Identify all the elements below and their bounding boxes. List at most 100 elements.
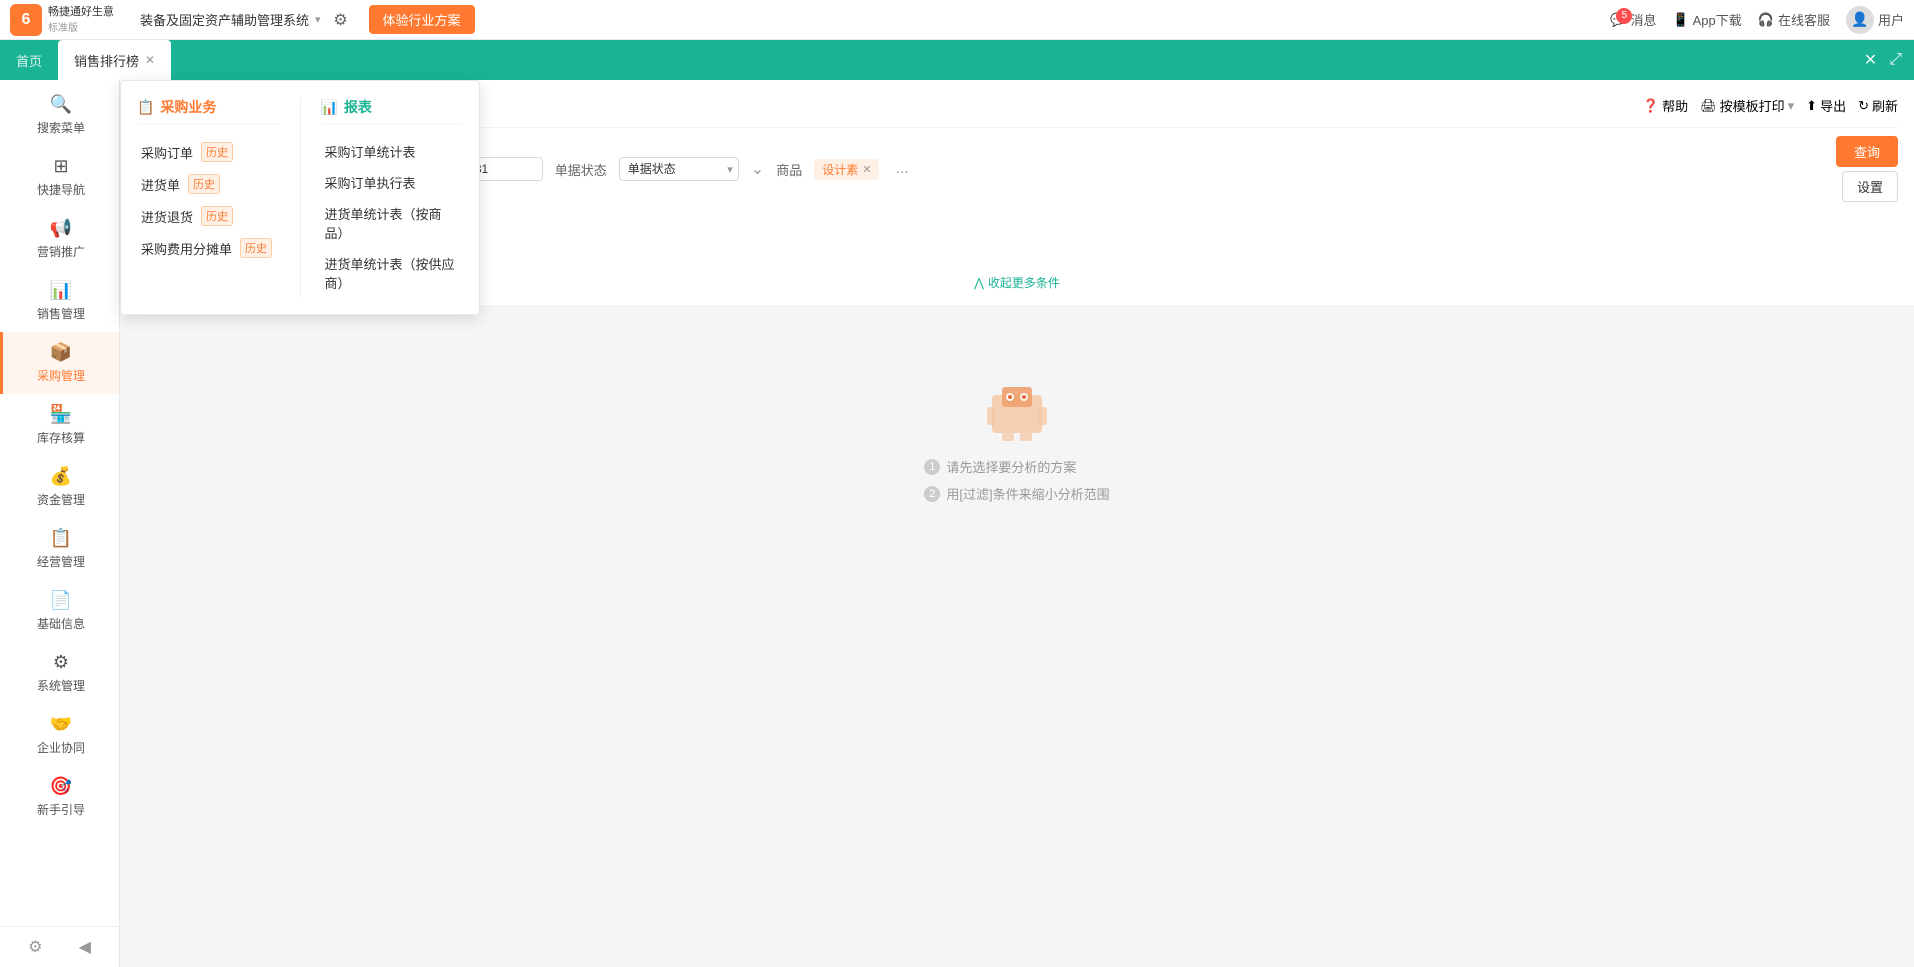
goods-tag-close[interactable]: ✕ bbox=[862, 163, 871, 176]
system-settings-icon[interactable]: ⚙ bbox=[327, 6, 355, 34]
goods-tag: 设计素 ✕ bbox=[814, 159, 879, 180]
sidebar-item-sales[interactable]: 📊 销售管理 bbox=[0, 270, 119, 332]
dropdown-item-purchase-order[interactable]: 采购订单 历史 bbox=[137, 136, 280, 168]
refresh-action[interactable]: ↻ 刷新 bbox=[1858, 96, 1898, 115]
incoming-return-history[interactable]: 历史 bbox=[201, 206, 233, 226]
purchase-expense-history[interactable]: 历史 bbox=[240, 238, 272, 258]
online-service-action[interactable]: 🎧 在线客服 bbox=[1758, 10, 1830, 29]
collapse-label: 收起更多条件 bbox=[988, 274, 1060, 291]
sidebar-item-quick-nav[interactable]: ⊞ 快捷导航 bbox=[0, 146, 119, 208]
help-action[interactable]: ❓ 帮助 bbox=[1643, 96, 1688, 115]
incoming-return-label: 进货退货 bbox=[141, 207, 193, 226]
system-title-area: 装备及固定资产辅助管理系统 ▾ ⚙ 体验行业方案 bbox=[130, 5, 1610, 34]
query-button[interactable]: 查询 bbox=[1836, 136, 1898, 167]
sidebar-item-purchase[interactable]: 📦 采购管理 bbox=[0, 332, 119, 394]
goods-dots-btn[interactable]: ... bbox=[891, 160, 912, 178]
sidebar-item-system-label: 系统管理 bbox=[37, 677, 85, 694]
hint1-num-icon: 1 bbox=[924, 459, 940, 475]
sidebar-item-guide-label: 新手引导 bbox=[37, 801, 85, 818]
tab-bar: 首页 销售排行榜 ✕ ✕ ⤢ bbox=[0, 40, 1914, 80]
sidebar-item-sales-label: 销售管理 bbox=[37, 305, 85, 322]
dropdown-item-purchase-order-exec[interactable]: 采购订单执行表 bbox=[321, 167, 464, 198]
export-action[interactable]: ⬆ 导出 bbox=[1806, 96, 1846, 115]
dropdown-menu: 📋 采购业务 采购订单 历史 进货单 历史 进货退货 历史 采购费用分摊单 历史… bbox=[120, 80, 480, 315]
dropdown-item-incoming-stats-goods[interactable]: 进货单统计表（按商品） bbox=[321, 198, 464, 248]
sidebar-item-guide[interactable]: 🎯 新手引导 bbox=[0, 766, 119, 828]
tab-close-icon[interactable]: ✕ bbox=[145, 53, 155, 67]
collapse-up-icon: ⋀ bbox=[974, 276, 984, 290]
app-download-label: App下载 bbox=[1693, 10, 1742, 29]
sidebar-item-enterprise[interactable]: 🤝 企业协同 bbox=[0, 704, 119, 766]
dropdown-col-purchase-title: 📋 采购业务 bbox=[137, 97, 280, 124]
sidebar-bottom-settings-icon[interactable]: ⚙ bbox=[28, 937, 42, 957]
dropdown-item-purchase-expense[interactable]: 采购费用分摊单 历史 bbox=[137, 232, 280, 264]
dropdown-item-purchase-order-stats[interactable]: 采购订单统计表 bbox=[321, 136, 464, 167]
sidebar-collapse-icon[interactable]: ◀ bbox=[79, 937, 91, 957]
system-icon: ⚙ bbox=[53, 652, 69, 673]
sidebar-item-inventory-label: 库存核算 bbox=[37, 429, 85, 446]
sidebar-item-basic-info[interactable]: 📄 基础信息 bbox=[0, 580, 119, 642]
user-action[interactable]: 👤 用户 bbox=[1846, 6, 1904, 34]
operations-icon: 📋 bbox=[50, 528, 72, 549]
user-label: 用户 bbox=[1878, 10, 1904, 29]
dropdown-item-incoming-stats-supplier[interactable]: 进货单统计表（按供应商） bbox=[321, 248, 464, 298]
logo-icon: 6 bbox=[10, 4, 42, 36]
empty-hint-2: 2 用[过滤]条件来缩小分析范围 bbox=[924, 484, 1109, 503]
message-action[interactable]: 💬 5 消息 bbox=[1610, 10, 1656, 29]
empty-svg bbox=[967, 365, 1067, 445]
reports-icon: 📊 bbox=[321, 99, 338, 116]
sidebar-item-system[interactable]: ⚙ 系统管理 bbox=[0, 642, 119, 704]
sales-icon: 📊 bbox=[50, 280, 72, 301]
sidebar-item-inventory[interactable]: 🏪 库存核算 bbox=[0, 394, 119, 456]
dropdown-item-incoming[interactable]: 进货单 历史 bbox=[137, 168, 280, 200]
message-label: 消息 bbox=[1630, 10, 1656, 29]
doc-status-select-wrap: 单据状态 bbox=[619, 157, 739, 181]
online-service-label: 在线客服 bbox=[1778, 10, 1830, 29]
quick-nav-icon: ⊞ bbox=[53, 156, 68, 177]
tab-sales-ranking[interactable]: 销售排行榜 ✕ bbox=[58, 40, 171, 80]
sidebar-item-purchase-label: 采购管理 bbox=[37, 367, 85, 384]
incoming-history[interactable]: 历史 bbox=[188, 174, 220, 194]
purchase-order-history[interactable]: 历史 bbox=[201, 142, 233, 162]
sidebar-item-marketing[interactable]: 📢 营销推广 bbox=[0, 208, 119, 270]
sidebar-item-enterprise-label: 企业协同 bbox=[37, 739, 85, 756]
sidebar-item-funds[interactable]: 💰 资金管理 bbox=[0, 456, 119, 518]
incoming-stats-supplier-label: 进货单统计表（按供应商） bbox=[325, 254, 460, 292]
sidebar-item-search-label: 搜索菜单 bbox=[37, 119, 85, 136]
empty-hint-1: 1 请先选择要分析的方案 bbox=[924, 457, 1109, 476]
avatar: 👤 bbox=[1846, 6, 1874, 34]
refresh-label: 刷新 bbox=[1872, 96, 1898, 115]
logo-text-block: 畅捷通好生意 标准版 bbox=[48, 5, 114, 34]
marketing-icon: 📢 bbox=[50, 218, 72, 239]
tab-expand-icon[interactable]: ⤢ bbox=[1889, 51, 1902, 69]
purchase-icon: 📦 bbox=[50, 342, 72, 363]
dropdown-col-purchase: 📋 采购业务 采购订单 历史 进货单 历史 进货退货 历史 采购费用分摊单 历史 bbox=[137, 97, 280, 298]
print-icon: 🖨 bbox=[1700, 98, 1717, 114]
phone-icon: 📱 bbox=[1672, 12, 1688, 28]
sidebar-item-operations[interactable]: 📋 经营管理 bbox=[0, 518, 119, 580]
message-badge: 5 bbox=[1616, 8, 1632, 24]
dropdown-item-incoming-return[interactable]: 进货退货 历史 bbox=[137, 200, 280, 232]
doc-status-expand-icon[interactable]: ⌄ bbox=[751, 159, 764, 179]
sidebar-item-quick-nav-label: 快捷导航 bbox=[37, 181, 85, 198]
print-action[interactable]: 🖨 按模板打印 ▾ bbox=[1700, 96, 1794, 115]
settings-button[interactable]: 设置 bbox=[1842, 171, 1898, 202]
trial-button[interactable]: 体验行业方案 bbox=[369, 5, 475, 34]
guide-icon: 🎯 bbox=[50, 776, 72, 797]
incoming-stats-goods-label: 进货单统计表（按商品） bbox=[325, 204, 460, 242]
help-icon: ❓ bbox=[1643, 98, 1659, 114]
tab-home[interactable]: 首页 bbox=[0, 40, 58, 80]
print-dropdown-icon: ▾ bbox=[1788, 98, 1795, 114]
empty-hints: 1 请先选择要分析的方案 2 用[过滤]条件来缩小分析范围 bbox=[924, 457, 1109, 503]
logo-sub: 标准版 bbox=[48, 19, 114, 34]
search-icon: 🔍 bbox=[50, 94, 72, 115]
doc-status-select[interactable]: 单据状态 bbox=[619, 157, 739, 181]
purchase-order-label: 采购订单 bbox=[141, 143, 193, 162]
sidebar-item-search[interactable]: 🔍 搜索菜单 bbox=[0, 84, 119, 146]
tab-close-all-icon[interactable]: ✕ bbox=[1864, 50, 1877, 70]
doc-status-label: 单据状态 bbox=[555, 160, 607, 179]
print-label: 按模板打印 bbox=[1720, 96, 1785, 115]
empty-hint2-text: 用[过滤]条件来缩小分析范围 bbox=[946, 484, 1109, 503]
app-download-action[interactable]: 📱 App下载 bbox=[1672, 10, 1741, 29]
system-title-dropdown[interactable]: ▾ bbox=[315, 13, 321, 26]
